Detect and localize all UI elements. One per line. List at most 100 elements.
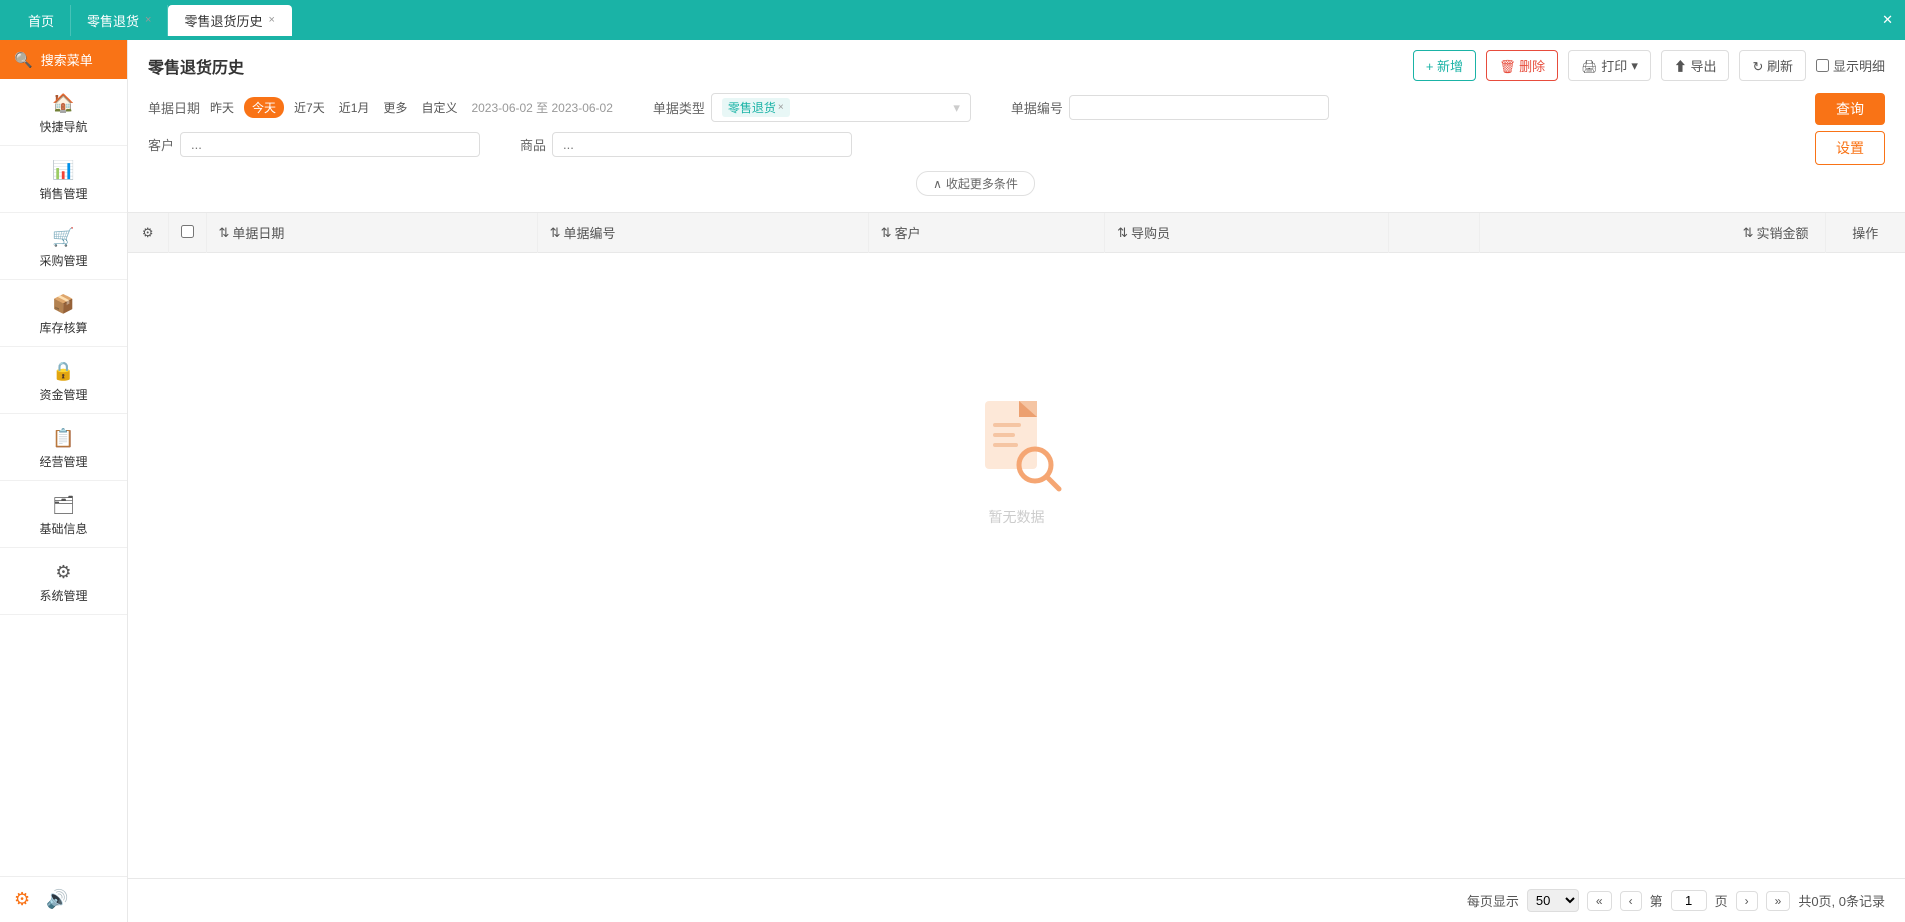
empty-state-row: 暂无数据 bbox=[128, 253, 1905, 668]
sidebar-item-management-label: 经营管理 bbox=[39, 453, 87, 470]
th-bill-no: ⇅ 单据编号 bbox=[537, 213, 868, 253]
last-page-button[interactable]: » bbox=[1766, 891, 1791, 911]
date-options: 昨天 今天 近7天 近1月 更多 自定义 bbox=[206, 97, 461, 118]
print-dropdown-icon: ▾ bbox=[1631, 58, 1638, 74]
table-body: 暂无数据 bbox=[128, 253, 1905, 668]
show-detail-label: 显示明细 bbox=[1833, 56, 1885, 75]
show-detail-checkbox[interactable] bbox=[1816, 59, 1829, 72]
sidebar-item-purchase-label: 采购管理 bbox=[39, 252, 87, 269]
sidebar-item-basic-info[interactable]: 🗂 基础信息 bbox=[0, 481, 127, 548]
th-bill-no-sort-icon[interactable]: ⇅ bbox=[550, 225, 561, 241]
home-icon: 🏠 bbox=[52, 93, 74, 114]
next-page-button[interactable]: › bbox=[1736, 891, 1758, 911]
refresh-button[interactable]: ↻ 刷新 bbox=[1739, 50, 1806, 81]
window-close-button[interactable]: ✕ bbox=[1882, 12, 1893, 28]
refresh-button-label: ↻ 刷新 bbox=[1752, 56, 1793, 75]
audio-icon[interactable]: 🔊 bbox=[46, 889, 68, 910]
tab-retail-return[interactable]: 零售退货 × bbox=[71, 5, 168, 36]
tab-retail-return-history[interactable]: 零售退货历史 × bbox=[168, 5, 291, 36]
bill-type-tag: 零售退货 × bbox=[722, 98, 790, 117]
sidebar-item-system-label: 系统管理 bbox=[39, 587, 87, 604]
bill-type-select[interactable]: 零售退货 × ▾ bbox=[711, 93, 971, 122]
filter-settings-button[interactable]: 设置 bbox=[1815, 131, 1885, 165]
basic-info-icon: 🗂 bbox=[52, 495, 75, 516]
th-customer: ⇅ 客户 bbox=[868, 213, 1104, 253]
sidebar-item-system[interactable]: ⚙ 系统管理 bbox=[0, 548, 127, 615]
th-guide: ⇅ 导购员 bbox=[1105, 213, 1389, 253]
th-amount-sort-icon[interactable]: ⇅ bbox=[1743, 225, 1754, 241]
tab-retail-return-history-label: 零售退货历史 bbox=[184, 11, 262, 30]
bill-no-input[interactable] bbox=[1069, 95, 1329, 120]
bill-type-tag-close[interactable]: × bbox=[778, 102, 784, 113]
tab-retail-return-label: 零售退货 bbox=[87, 11, 139, 30]
tab-retail-return-history-close[interactable]: × bbox=[268, 14, 274, 26]
page-size-label: 每页显示 bbox=[1467, 891, 1519, 910]
query-button[interactable]: 查询 bbox=[1815, 93, 1885, 125]
sidebar-item-purchase[interactable]: 🛒 采购管理 bbox=[0, 213, 127, 280]
customer-input[interactable] bbox=[180, 132, 480, 157]
page-unit: 页 bbox=[1715, 891, 1728, 910]
sidebar-item-finance[interactable]: 🔒 资金管理 bbox=[0, 347, 127, 414]
goods-filter: 商品 bbox=[520, 132, 852, 157]
th-spacer bbox=[1388, 213, 1479, 253]
date-filter: 单据日期 昨天 今天 近7天 近1月 更多 自定义 2023-06-02 至 2… bbox=[148, 97, 613, 118]
empty-svg bbox=[967, 393, 1067, 493]
search-menu-button[interactable]: 🔍 搜索菜单 bbox=[0, 40, 127, 79]
bill-type-filter: 单据类型 零售退货 × ▾ bbox=[653, 93, 971, 122]
th-customer-sort-icon[interactable]: ⇅ bbox=[881, 225, 892, 241]
export-button-label: ⬆ 导出 bbox=[1674, 56, 1717, 75]
date-range-display: 2023-06-02 至 2023-06-02 bbox=[471, 99, 612, 116]
filter-row-2: 客户 商品 bbox=[148, 132, 1803, 157]
date-opt-7days[interactable]: 近7天 bbox=[290, 97, 329, 118]
tab-retail-return-close[interactable]: × bbox=[145, 14, 151, 26]
search-icon: 🔍 bbox=[14, 51, 33, 69]
date-opt-more[interactable]: 更多 bbox=[379, 97, 411, 118]
top-bar: 首页 零售退货 × 零售退货历史 × ✕ bbox=[0, 0, 1905, 40]
sidebar-item-sales[interactable]: 📊 销售管理 bbox=[0, 146, 127, 213]
date-opt-today[interactable]: 今天 bbox=[244, 97, 284, 118]
sidebar-item-basic-info-label: 基础信息 bbox=[39, 520, 87, 537]
prev-page-button[interactable]: ‹ bbox=[1620, 891, 1642, 911]
tab-home[interactable]: 首页 bbox=[12, 5, 71, 36]
tab-list: 首页 零售退货 × 零售退货历史 × bbox=[12, 5, 292, 36]
th-bill-date-sort-icon[interactable]: ⇅ bbox=[219, 225, 230, 241]
filter-settings-button-label: 设置 bbox=[1836, 140, 1864, 156]
settings-bottom-icon[interactable]: ⚙ bbox=[14, 889, 30, 910]
goods-input[interactable] bbox=[552, 132, 852, 157]
customer-filter: 客户 bbox=[148, 132, 480, 157]
sidebar-bottom: ⚙ 🔊 bbox=[0, 876, 127, 922]
th-checkbox bbox=[168, 213, 206, 253]
delete-button-label: 🗑 删除 bbox=[1499, 56, 1545, 75]
sidebar-item-management[interactable]: 📋 经营管理 bbox=[0, 414, 127, 481]
page-title-row: 零售退货历史 + 新增 🗑 删除 🖨 打印 ▾ ⬆ 导出 bbox=[148, 50, 1885, 81]
print-button-label: 🖨 打印 bbox=[1581, 56, 1627, 75]
page-number-input[interactable] bbox=[1671, 890, 1707, 911]
date-opt-yesterday[interactable]: 昨天 bbox=[206, 97, 238, 118]
new-button[interactable]: + 新增 bbox=[1413, 50, 1476, 81]
empty-illustration bbox=[967, 393, 1067, 493]
page-size-select[interactable]: 50 20 100 bbox=[1527, 889, 1579, 912]
th-amount-label: 实销金额 bbox=[1756, 223, 1808, 242]
bill-type-dropdown-icon: ▾ bbox=[953, 100, 960, 116]
action-buttons: 查询 设置 bbox=[1815, 93, 1885, 165]
export-button[interactable]: ⬆ 导出 bbox=[1661, 50, 1730, 81]
collapse-button[interactable]: ∧ 收起更多条件 bbox=[916, 171, 1035, 196]
th-settings[interactable]: ⚙ bbox=[128, 213, 168, 253]
empty-state: 暂无数据 bbox=[128, 313, 1905, 607]
data-table: ⚙ ⇅ 单据日期 ⇅ bbox=[128, 213, 1905, 667]
select-all-checkbox[interactable] bbox=[181, 225, 194, 238]
th-amount: ⇅ 实销金额 bbox=[1479, 213, 1825, 253]
query-button-label: 查询 bbox=[1836, 101, 1864, 117]
delete-button[interactable]: 🗑 删除 bbox=[1486, 50, 1558, 81]
print-button[interactable]: 🖨 打印 ▾ bbox=[1568, 50, 1651, 81]
date-opt-custom[interactable]: 自定义 bbox=[417, 97, 461, 118]
date-opt-1month[interactable]: 近1月 bbox=[335, 97, 374, 118]
bill-no-filter: 单据编号 bbox=[1011, 95, 1329, 120]
first-page-button[interactable]: « bbox=[1587, 891, 1612, 911]
goods-label: 商品 bbox=[520, 135, 546, 154]
th-guide-sort-icon[interactable]: ⇅ bbox=[1117, 225, 1128, 241]
sidebar-item-inventory[interactable]: 📦 库存核算 bbox=[0, 280, 127, 347]
date-filter-label: 单据日期 bbox=[148, 98, 200, 117]
bill-type-label: 单据类型 bbox=[653, 98, 705, 117]
sidebar-item-quick-nav[interactable]: 🏠 快捷导航 bbox=[0, 79, 127, 146]
